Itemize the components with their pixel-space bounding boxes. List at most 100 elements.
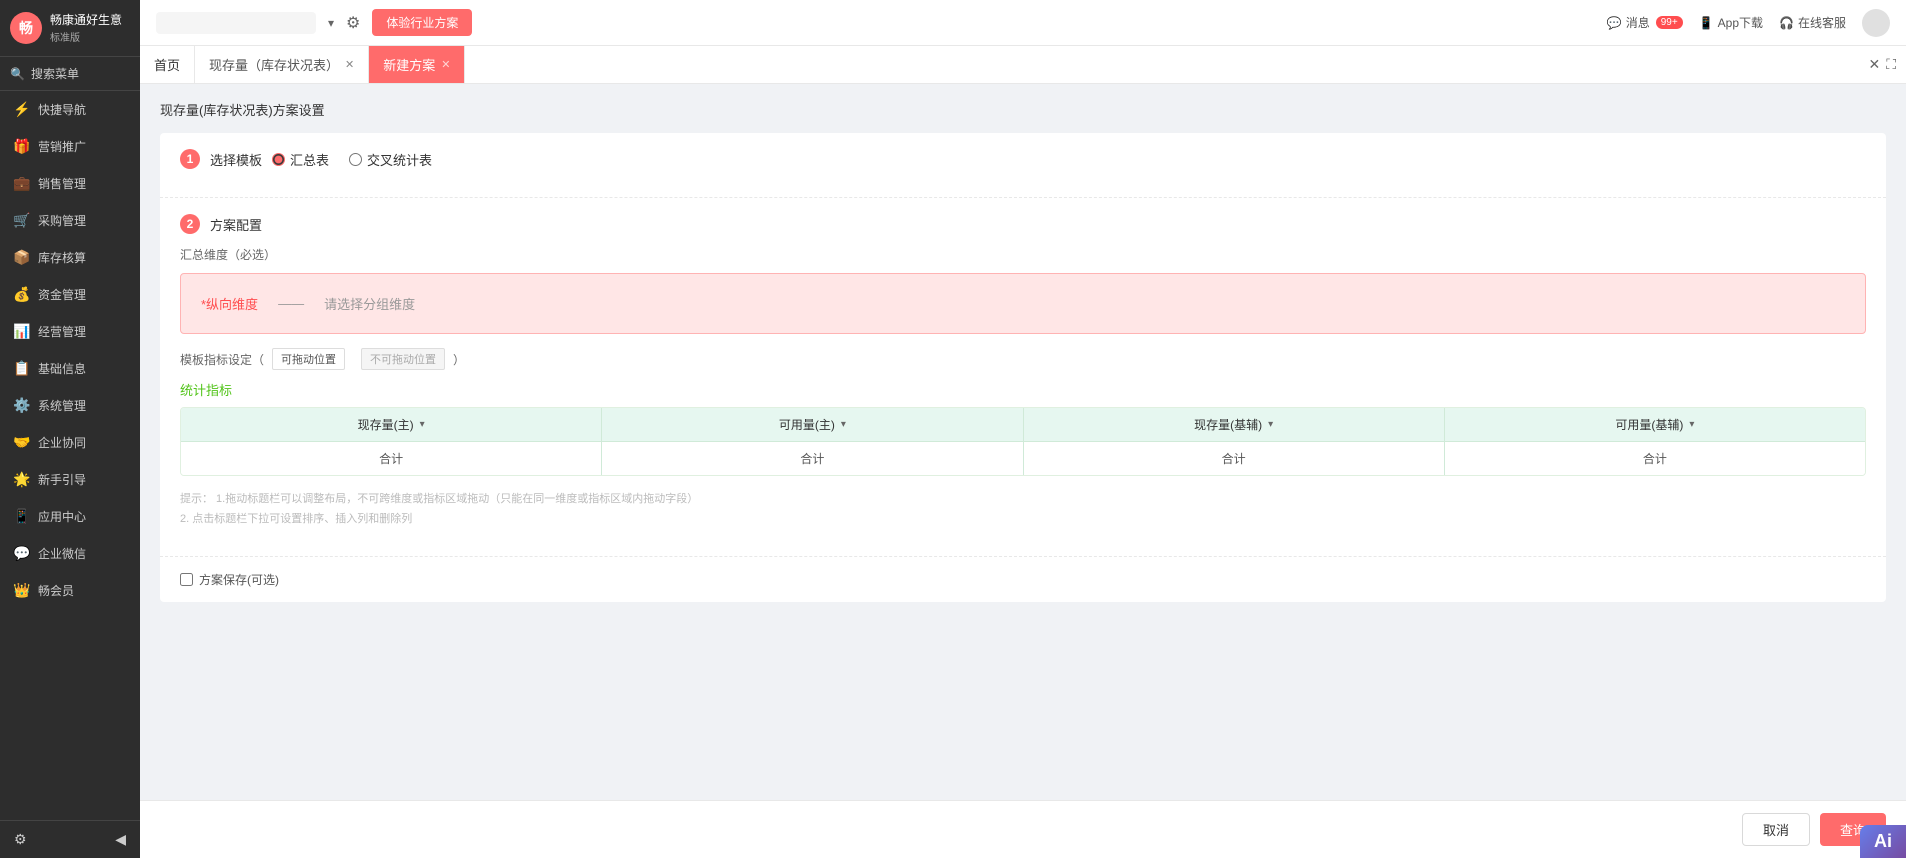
stats-col-3[interactable]: 可用量(基辅) ▾ (1445, 408, 1865, 441)
tab-inventory[interactable]: 现存量（库存状况表） ✕ (195, 46, 369, 83)
dimension-arrow: —— (278, 296, 304, 311)
sidebar-item-app-center[interactable]: 📱 应用中心 (0, 498, 140, 535)
content-area: 现存量(库存状况表)方案设置 1 选择模板 汇总表 交叉统计表 (140, 84, 1906, 800)
save-option: 方案保存(可选) (160, 557, 1886, 602)
sidebar-item-label: 新手引导 (38, 471, 86, 488)
chevron-down-icon: ▾ (328, 16, 334, 30)
save-checkbox[interactable] (180, 573, 193, 586)
step2-number: 2 (180, 214, 200, 234)
trial-button[interactable]: 体验行业方案 (372, 9, 472, 36)
header-dropdown-button[interactable]: ▾ (328, 16, 334, 30)
expand-tab-button[interactable]: ⛶ (1886, 56, 1896, 73)
stats-table: 现存量(主) ▾ 可用量(主) ▾ 现存量(基辅) ▾ 可用量(基辅) (180, 407, 1866, 476)
logo-text-container: 畅康通好生意 标准版 (50, 12, 122, 44)
footer-bar: 取消 查询 (140, 800, 1906, 858)
chevron-icon-2: ▾ (1268, 419, 1273, 430)
stats-cell-1: 合计 (602, 442, 1023, 475)
sidebar-item-label: 采购管理 (38, 212, 86, 229)
app-download-label: App下载 (1718, 14, 1763, 31)
vertical-dimension-label: *纵向维度 (201, 294, 258, 313)
ai-badge[interactable]: Ai (1860, 825, 1906, 858)
sidebar-item-sales[interactable]: 💼 销售管理 (0, 165, 140, 202)
sidebar-item-cooperation[interactable]: 🤝 企业协同 (0, 424, 140, 461)
cooperation-icon: 🤝 (14, 435, 30, 451)
close-tab-button[interactable]: ✕ (1868, 56, 1880, 73)
sidebar-item-label: 系统管理 (38, 397, 86, 414)
online-service-action[interactable]: 🎧 在线客服 (1779, 14, 1846, 31)
sidebar-item-label: 应用中心 (38, 508, 86, 525)
operations-icon: 📊 (14, 324, 30, 340)
sidebar-item-marketing[interactable]: 🎁 营销推广 (0, 128, 140, 165)
tab-home[interactable]: 首页 (140, 46, 195, 83)
stats-col-1[interactable]: 可用量(主) ▾ (602, 408, 1023, 441)
indicator-settings-row: 模板指标设定（ 可拖动位置 不可拖动位置 ） (180, 348, 1866, 370)
home-tab-label: 首页 (154, 55, 180, 74)
sidebar-item-inventory[interactable]: 📦 库存核算 (0, 239, 140, 276)
dimension-placeholder: 请选择分组维度 (324, 294, 415, 313)
search-input[interactable] (156, 12, 316, 34)
app-name: 畅康通好生意 (50, 12, 122, 29)
new-scheme-tab-close[interactable]: ✕ (441, 58, 450, 71)
radio-summary[interactable]: 汇总表 (272, 150, 329, 169)
sidebar-item-operations[interactable]: 📊 经营管理 (0, 313, 140, 350)
stats-table-body: 合计 合计 合计 合计 (181, 441, 1865, 475)
wechat-icon: 💬 (14, 546, 30, 562)
messages-action[interactable]: 💬 消息 99+ (1607, 14, 1683, 31)
radio-summary-input[interactable] (272, 153, 285, 166)
stats-col-label-3: 可用量(基辅) (1615, 416, 1683, 433)
sidebar-search[interactable]: 🔍 搜索菜单 (0, 57, 140, 91)
indicator-settings-label: 模板指标设定（ (180, 351, 264, 368)
message-icon: 💬 (1607, 16, 1622, 30)
step1-title: 选择模板 (210, 150, 262, 169)
sidebar-item-label: 经营管理 (38, 323, 86, 340)
stats-col-label-2: 现存量(基辅) (1194, 416, 1262, 433)
step2-section: 2 方案配置 汇总维度（必选） *纵向维度 —— 请选择分组维度 模板指标设定（… (160, 198, 1886, 557)
settings-button[interactable]: ⚙ (346, 13, 360, 33)
radio-cross-input[interactable] (349, 153, 362, 166)
settings-icon[interactable]: ⚙ (14, 831, 27, 848)
scheme-config-card: 1 选择模板 汇总表 交叉统计表 (160, 133, 1886, 602)
sidebar-item-label: 资金管理 (38, 286, 86, 303)
marketing-icon: 🎁 (14, 139, 30, 155)
non-draggable-badge: 不可拖动位置 (361, 348, 445, 370)
app-download-action[interactable]: 📱 App下载 (1699, 14, 1763, 31)
sidebar-item-finance[interactable]: 💰 资金管理 (0, 276, 140, 313)
sidebar-footer: ⚙ ◀ (0, 820, 140, 858)
radio-cross[interactable]: 交叉统计表 (349, 150, 432, 169)
sidebar-item-system[interactable]: ⚙️ 系统管理 (0, 387, 140, 424)
headset-icon: 🎧 (1779, 16, 1794, 30)
inventory-tab-close[interactable]: ✕ (345, 58, 354, 71)
chevron-icon-1: ▾ (841, 419, 846, 430)
user-avatar[interactable] (1862, 9, 1890, 37)
sidebar-item-wechat[interactable]: 💬 企业微信 (0, 535, 140, 572)
sidebar-item-newbie[interactable]: 🌟 新手引导 (0, 461, 140, 498)
sidebar-item-label: 营销推广 (38, 138, 86, 155)
dimension-area[interactable]: *纵向维度 —— 请选择分组维度 (180, 273, 1866, 334)
sidebar-item-label: 企业微信 (38, 545, 86, 562)
tabs-actions: ✕ ⛶ (1868, 56, 1906, 73)
membership-icon: 👑 (14, 583, 30, 599)
basic-info-icon: 📋 (14, 361, 30, 377)
cancel-button[interactable]: 取消 (1742, 813, 1810, 846)
sidebar-item-label: 销售管理 (38, 175, 86, 192)
stats-col-0[interactable]: 现存量(主) ▾ (181, 408, 602, 441)
stats-col-2[interactable]: 现存量(基辅) ▾ (1024, 408, 1445, 441)
hint-line-0: 提示： 1.拖动标题栏可以调整布局，不可跨维度或指标区域拖动（只能在同一维度或指… (180, 490, 1866, 510)
sidebar-item-membership[interactable]: 👑 畅会员 (0, 572, 140, 609)
messages-label: 消息 (1626, 14, 1650, 31)
sidebar-collapse-icon[interactable]: ◀ (115, 831, 126, 848)
save-option-label: 方案保存(可选) (199, 571, 279, 588)
app-edition: 标准版 (50, 29, 122, 44)
sidebar-item-basic-info[interactable]: 📋 基础信息 (0, 350, 140, 387)
sidebar-item-purchase[interactable]: 🛒 采购管理 (0, 202, 140, 239)
sidebar-item-label: 基础信息 (38, 360, 86, 377)
tab-new-scheme[interactable]: 新建方案 ✕ (369, 46, 465, 83)
sidebar: 畅 畅康通好生意 标准版 🔍 搜索菜单 ⚡ 快捷导航 🎁 营销推广 💼 销售管理… (0, 0, 140, 858)
indicator-settings-close: ） (453, 351, 465, 368)
sales-icon: 💼 (14, 176, 30, 192)
sidebar-item-quick-nav[interactable]: ⚡ 快捷导航 (0, 91, 140, 128)
sidebar-item-label: 快捷导航 (38, 101, 86, 118)
chevron-icon-0: ▾ (420, 419, 425, 430)
tabs-bar: 首页 现存量（库存状况表） ✕ 新建方案 ✕ ✕ ⛶ (140, 46, 1906, 84)
message-badge: 99+ (1656, 16, 1683, 29)
